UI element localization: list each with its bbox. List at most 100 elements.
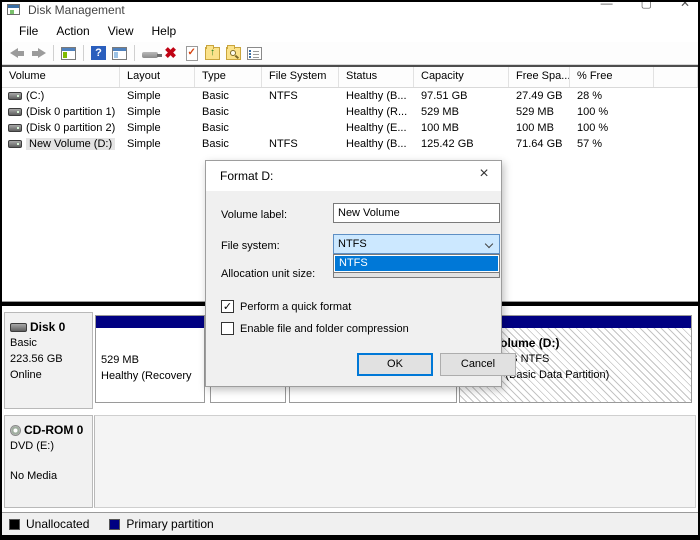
primary-partition-label: Primary partition (126, 517, 214, 531)
volume-name: (C:) (26, 90, 45, 102)
cancel-button[interactable]: Cancel (440, 353, 516, 376)
file-system-value: NTFS (338, 238, 367, 250)
cdrom-empty-area (94, 415, 696, 508)
update-disk-info-icon[interactable] (139, 43, 162, 63)
volume-type: Basic (202, 122, 229, 134)
volume-layout: Simple (127, 138, 161, 150)
menu-view[interactable]: View (99, 21, 143, 41)
table-row-selected[interactable]: New Volume (D:) Simple Basic NTFS Health… (2, 136, 698, 152)
volume-type: Basic (202, 106, 229, 118)
disk-management-window: Disk Management — ▢ ✕ File Action View H… (0, 0, 700, 540)
volume-type: Basic (202, 138, 229, 150)
cdrom-media: No Media (10, 470, 58, 482)
column-header-free-space[interactable]: Free Spa... (509, 67, 570, 87)
disk0-label-panel[interactable]: Disk 0 Basic 223.56 GB Online (4, 312, 93, 409)
dialog-close-icon[interactable]: × (467, 161, 501, 189)
delete-icon[interactable]: ✖ (160, 43, 181, 63)
toolbar-separator (134, 45, 135, 61)
menu-file[interactable]: File (10, 21, 47, 41)
unallocated-label: Unallocated (26, 517, 90, 531)
column-header-file-system[interactable]: File System (262, 67, 339, 87)
disk0-type: Basic (10, 337, 37, 349)
volume-free: 71.64 GB (516, 138, 563, 150)
compression-row[interactable]: Enable file and folder compression (221, 322, 409, 335)
volume-icon (8, 124, 22, 132)
file-system-dropdown-list: NTFS (333, 254, 500, 273)
back-icon[interactable] (7, 43, 28, 63)
volume-layout: Simple (127, 106, 161, 118)
volume-name: (Disk 0 partition 2) (26, 122, 116, 134)
dropdown-item-ntfs[interactable]: NTFS (335, 256, 498, 271)
partition-recovery[interactable]: 529 MB Healthy (Recovery (95, 315, 205, 403)
legend-bar: Unallocated Primary partition (2, 512, 698, 535)
open-folder-icon[interactable]: ↑ (202, 43, 223, 63)
table-header: Volume Layout Type File System Status Ca… (2, 67, 698, 88)
compression-label: Enable file and folder compression (240, 322, 409, 335)
app-icon (7, 4, 20, 15)
volume-status: Healthy (B... (346, 138, 407, 150)
volume-icon (8, 140, 22, 148)
cdrom-row: CD-ROM 0 DVD (E:) No Media (4, 415, 696, 508)
volume-status: Healthy (B... (346, 90, 407, 102)
cd-icon (10, 424, 21, 436)
quick-format-label: Perform a quick format (240, 300, 352, 313)
volume-capacity: 100 MB (421, 122, 459, 134)
volume-free: 27.49 GB (516, 90, 563, 102)
volume-fs: NTFS (269, 138, 298, 150)
column-header-volume[interactable]: Volume (2, 67, 120, 87)
volume-status: Healthy (E... (346, 122, 407, 134)
checkbox-unchecked-icon[interactable] (221, 322, 234, 335)
volume-icon (8, 92, 22, 100)
format-dialog: Format D: × Volume label: New Volume Fil… (205, 160, 516, 387)
menu-help[interactable]: Help (143, 21, 186, 41)
volume-capacity: 125.42 GB (421, 138, 474, 150)
table-row[interactable]: (C:) Simple Basic NTFS Healthy (B... 97.… (2, 88, 698, 104)
table-row[interactable]: (Disk 0 partition 1) Simple Basic Health… (2, 104, 698, 120)
toolbar: ? ✖ ↑ (2, 42, 698, 65)
column-header-layout[interactable]: Layout (120, 67, 195, 87)
volume-label-input[interactable]: New Volume (333, 203, 500, 223)
checkbox-checked-icon[interactable]: ✓ (221, 300, 234, 313)
menu-action[interactable]: Action (47, 21, 98, 41)
disk-icon (10, 322, 27, 332)
cdrom-label-panel[interactable]: CD-ROM 0 DVD (E:) No Media (4, 415, 93, 508)
unallocated-swatch (9, 518, 20, 530)
cdrom-drive: DVD (E:) (10, 440, 54, 452)
forward-icon[interactable] (28, 43, 49, 63)
ok-button[interactable]: OK (357, 353, 433, 376)
primary-partition-swatch (109, 518, 121, 530)
show-hide-console-tree-icon[interactable] (109, 43, 130, 63)
volume-layout: Simple (127, 90, 161, 102)
file-system-combobox[interactable]: NTFS (333, 234, 500, 254)
column-header-status[interactable]: Status (339, 67, 414, 87)
help-icon[interactable]: ? (88, 43, 109, 63)
menu-bar: File Action View Help (2, 19, 698, 42)
title-bar: Disk Management — ▢ ✕ (2, 2, 698, 19)
minimize-icon[interactable]: — (601, 2, 613, 10)
volume-name: New Volume (D:) (26, 138, 116, 150)
maximize-icon[interactable]: ▢ (641, 2, 652, 10)
volume-fs: NTFS (269, 90, 298, 102)
cdrom-name: CD-ROM 0 (24, 423, 84, 437)
partition-status: Healthy (Recovery (101, 370, 192, 382)
quick-format-row[interactable]: ✓ Perform a quick format (221, 300, 351, 313)
toolbar-separator (83, 45, 84, 61)
details-view-icon[interactable] (244, 43, 265, 63)
column-header-capacity[interactable]: Capacity (414, 67, 509, 87)
close-icon[interactable]: ✕ (680, 2, 690, 10)
allocation-unit-label: Allocation unit size: (221, 268, 316, 280)
primary-partition-band (96, 316, 204, 328)
properties-icon[interactable] (181, 43, 202, 63)
column-header-pct-free[interactable]: % Free (570, 67, 654, 87)
table-row[interactable]: (Disk 0 partition 2) Simple Basic Health… (2, 120, 698, 136)
disk0-size: 223.56 GB (10, 353, 63, 365)
chevron-down-icon (486, 241, 493, 248)
volume-icon (8, 108, 22, 116)
column-header-type[interactable]: Type (195, 67, 262, 87)
dialog-title: Format D: (220, 169, 274, 183)
volume-label-label: Volume label: (221, 209, 288, 221)
volume-layout: Simple (127, 122, 161, 134)
find-icon[interactable] (223, 43, 244, 63)
file-system-label: File system: (221, 240, 280, 252)
console-window-icon[interactable] (58, 43, 79, 63)
